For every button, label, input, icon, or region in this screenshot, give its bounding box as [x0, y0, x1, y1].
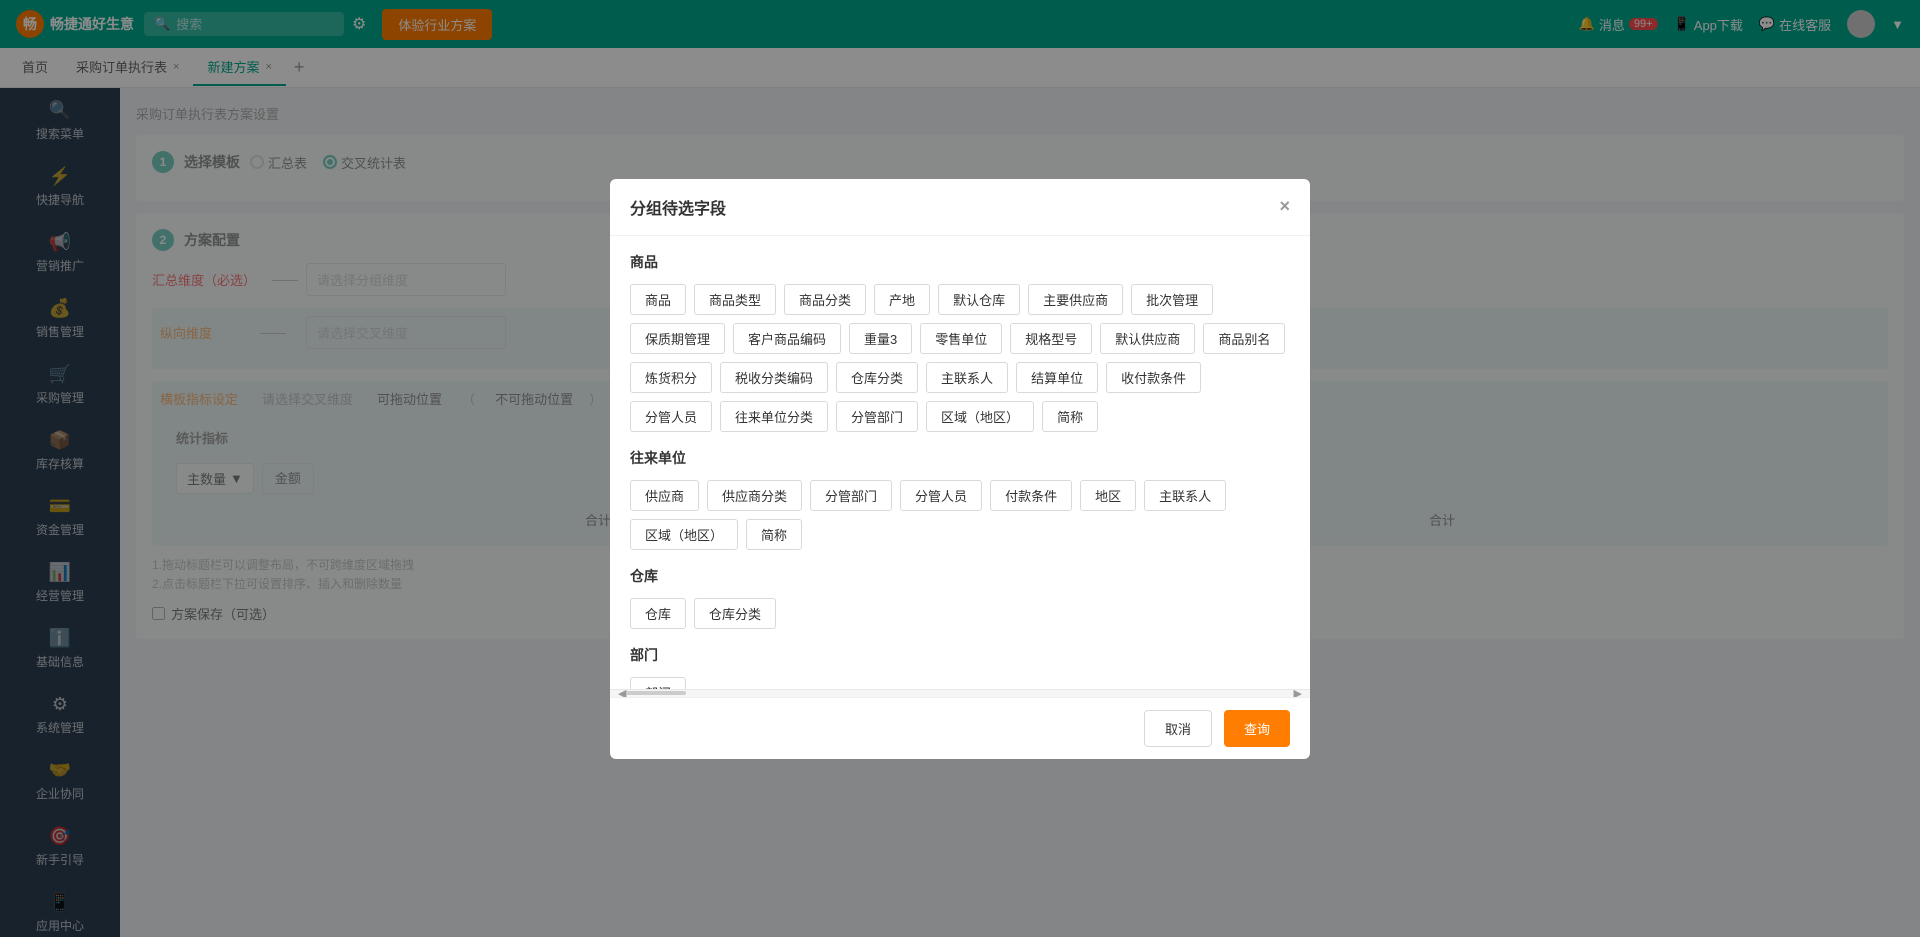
tag-goods-21[interactable]: 分管人员	[630, 401, 712, 432]
field-selector-modal: 分组待选字段 × 商品 商品 商品类型 商品分类 产地 默认仓库 主要供应商 批…	[610, 179, 1310, 759]
tag-partner-5[interactable]: 付款条件	[990, 480, 1072, 511]
tag-goods-19[interactable]: 结算单位	[1016, 362, 1098, 393]
modal-footer: 取消 查询	[610, 697, 1310, 759]
tag-goods-2[interactable]: 商品类型	[694, 284, 776, 315]
modal-cancel-button[interactable]: 取消	[1144, 710, 1212, 747]
modal-close-button[interactable]: ×	[1279, 196, 1290, 217]
tag-department-1[interactable]: 部门	[630, 677, 686, 689]
tag-goods-5[interactable]: 默认仓库	[938, 284, 1020, 315]
tag-partner-6[interactable]: 地区	[1080, 480, 1136, 511]
tag-partner-9[interactable]: 简称	[746, 519, 802, 550]
tags-department-grid: 部门	[630, 677, 1290, 689]
tag-goods-24[interactable]: 区域（地区）	[926, 401, 1034, 432]
tag-goods-7[interactable]: 批次管理	[1131, 284, 1213, 315]
section-department-title: 部门	[630, 645, 1290, 665]
tag-goods-12[interactable]: 规格型号	[1010, 323, 1092, 354]
tag-goods-17[interactable]: 仓库分类	[836, 362, 918, 393]
tag-goods-22[interactable]: 往来单位分类	[720, 401, 828, 432]
tag-goods-23[interactable]: 分管部门	[836, 401, 918, 432]
tag-goods-25[interactable]: 简称	[1042, 401, 1098, 432]
modal-horizontal-scrollbar[interactable]: ◀ ▶	[610, 689, 1310, 697]
modal-body: 商品 商品 商品类型 商品分类 产地 默认仓库 主要供应商 批次管理 保质期管理…	[610, 236, 1310, 689]
tag-goods-9[interactable]: 客户商品编码	[733, 323, 841, 354]
tag-goods-16[interactable]: 税收分类编码	[720, 362, 828, 393]
tag-goods-3[interactable]: 商品分类	[784, 284, 866, 315]
modal-title: 分组待选字段	[630, 195, 726, 219]
tag-partner-4[interactable]: 分管人员	[900, 480, 982, 511]
tags-goods-grid: 商品 商品类型 商品分类 产地 默认仓库 主要供应商 批次管理 保质期管理 客户…	[630, 284, 1290, 432]
modal-overlay: 分组待选字段 × 商品 商品 商品类型 商品分类 产地 默认仓库 主要供应商 批…	[0, 0, 1920, 937]
tag-goods-6[interactable]: 主要供应商	[1028, 284, 1123, 315]
tag-goods-18[interactable]: 主联系人	[926, 362, 1008, 393]
tag-goods-10[interactable]: 重量3	[849, 323, 912, 354]
tags-partner-grid: 供应商 供应商分类 分管部门 分管人员 付款条件 地区 主联系人 区域（地区） …	[630, 480, 1290, 550]
tag-warehouse-1[interactable]: 仓库	[630, 598, 686, 629]
hscroll-bar	[626, 691, 686, 695]
tag-goods-11[interactable]: 零售单位	[920, 323, 1002, 354]
tag-partner-7[interactable]: 主联系人	[1144, 480, 1226, 511]
tag-goods-15[interactable]: 炼货积分	[630, 362, 712, 393]
tag-goods-4[interactable]: 产地	[874, 284, 930, 315]
section-goods-title: 商品	[630, 252, 1290, 272]
tag-partner-1[interactable]: 供应商	[630, 480, 699, 511]
tag-goods-14[interactable]: 商品别名	[1203, 323, 1285, 354]
tag-partner-3[interactable]: 分管部门	[810, 480, 892, 511]
tag-goods-20[interactable]: 收付款条件	[1106, 362, 1201, 393]
tag-goods-8[interactable]: 保质期管理	[630, 323, 725, 354]
modal-confirm-button[interactable]: 查询	[1224, 710, 1290, 747]
tag-partner-2[interactable]: 供应商分类	[707, 480, 802, 511]
tag-warehouse-2[interactable]: 仓库分类	[694, 598, 776, 629]
tag-goods-1[interactable]: 商品	[630, 284, 686, 315]
section-warehouse-title: 仓库	[630, 566, 1290, 586]
modal-header: 分组待选字段 ×	[610, 179, 1310, 236]
tags-warehouse-grid: 仓库 仓库分类	[630, 598, 1290, 629]
tag-goods-13[interactable]: 默认供应商	[1100, 323, 1195, 354]
tag-partner-8[interactable]: 区域（地区）	[630, 519, 738, 550]
section-partner-title: 往来单位	[630, 448, 1290, 468]
